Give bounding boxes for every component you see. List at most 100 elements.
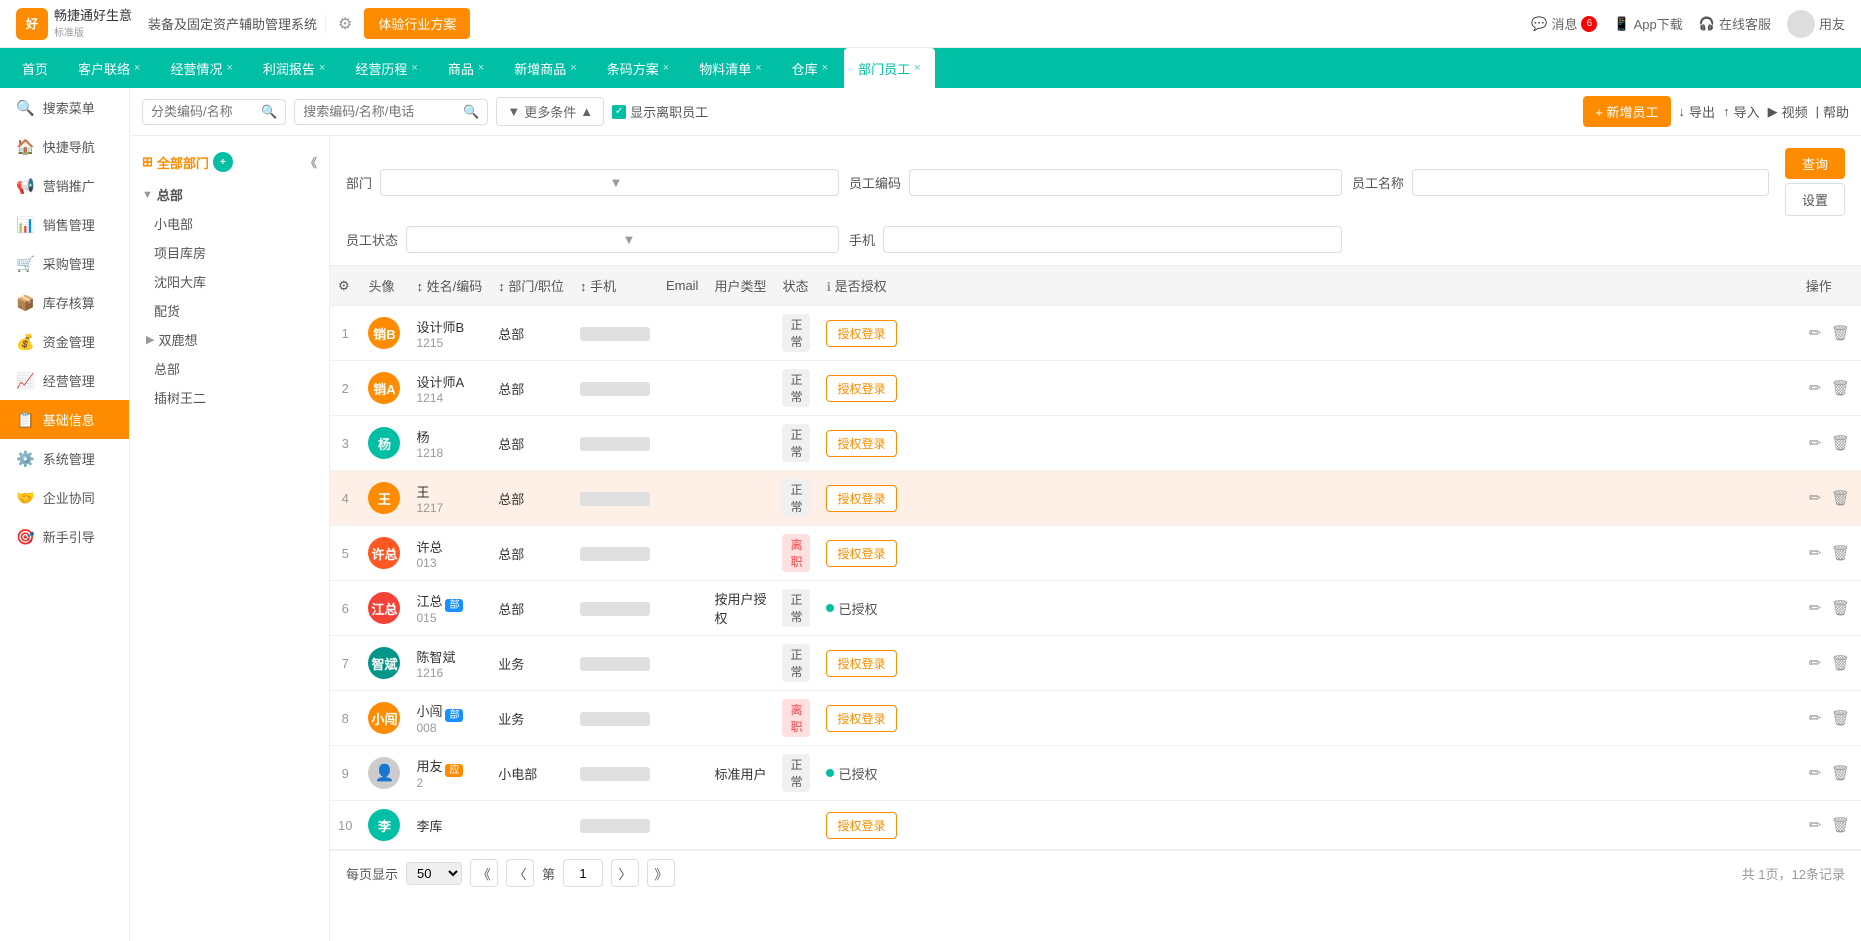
tab-goods[interactable]: 商品 × — [434, 48, 498, 88]
sidebar-item-purchase[interactable]: 🛒 采购管理 — [0, 244, 129, 283]
add-employee-button[interactable]: + 新增员工 — [1583, 96, 1670, 127]
delete-button[interactable]: 🗑 — [1828, 655, 1853, 672]
sidebar-item-system[interactable]: ⚙️ 系统管理 — [0, 439, 129, 478]
close-icon[interactable]: × — [663, 62, 669, 74]
col-settings[interactable]: ⚙ — [330, 266, 360, 306]
first-page-button[interactable]: 《 — [470, 859, 498, 887]
auth-login-button[interactable]: 授权登录 — [826, 705, 896, 732]
edit-button[interactable]: ✏ — [1806, 325, 1825, 342]
dept-shuanglu-toggle[interactable]: ▶ 双鹿想 — [130, 325, 329, 354]
dept-item-shenyang[interactable]: 沈阳大库 — [130, 267, 329, 296]
category-search-input[interactable] — [151, 104, 261, 119]
trial-button[interactable]: 体验行业方案 — [364, 8, 470, 39]
sidebar-item-finance[interactable]: 💰 资金管理 — [0, 322, 129, 361]
sidebar-item-guide[interactable]: 🎯 新手引导 — [0, 517, 129, 556]
delete-button[interactable]: 🗑 — [1828, 325, 1853, 342]
auth-login-button[interactable]: 授权登录 — [826, 650, 896, 677]
tab-home[interactable]: 首页 — [8, 48, 62, 88]
delete-button[interactable]: 🗑 — [1828, 435, 1853, 452]
col-name[interactable]: ↕ 姓名/编码 — [408, 266, 490, 306]
sidebar-item-collab[interactable]: 🤝 企业协同 — [0, 478, 129, 517]
tab-add-goods[interactable]: 新增商品 × — [500, 48, 590, 88]
close-icon[interactable]: × — [134, 62, 140, 74]
delete-button[interactable]: 🗑 — [1828, 600, 1853, 617]
page-number-input[interactable] — [563, 859, 603, 887]
sidebar-item-basic[interactable]: 📋 基础信息 — [0, 400, 129, 439]
sidebar-item-sales[interactable]: 📊 销售管理 — [0, 205, 129, 244]
sidebar-item-mgmt[interactable]: 📈 经营管理 — [0, 361, 129, 400]
delete-button[interactable]: 🗑 — [1828, 710, 1853, 727]
edit-button[interactable]: ✏ — [1806, 435, 1825, 452]
sidebar-item-marketing[interactable]: 📢 营销推广 — [0, 166, 129, 205]
export-button[interactable]: ↓ 导出 — [1679, 102, 1716, 121]
employee-search-input[interactable] — [303, 104, 463, 119]
delete-button[interactable]: 🗑 — [1828, 380, 1853, 397]
dept-item-peihuo[interactable]: 配货 — [130, 296, 329, 325]
video-button[interactable]: ▶ 视频 — [1768, 102, 1808, 121]
close-icon[interactable]: × — [319, 62, 325, 74]
close-icon[interactable]: × — [755, 62, 761, 74]
edit-button[interactable]: ✏ — [1806, 710, 1825, 727]
delete-button[interactable]: 🗑 — [1828, 817, 1853, 834]
tab-bom[interactable]: 物料清单 × — [685, 48, 775, 88]
col-phone[interactable]: ↕ 手机 — [572, 266, 658, 306]
import-button[interactable]: ↑ 导入 — [1723, 102, 1760, 121]
auth-login-button[interactable]: 授权登录 — [826, 540, 896, 567]
close-icon[interactable]: × — [411, 62, 417, 74]
reset-button[interactable]: 设置 — [1785, 183, 1845, 216]
delete-button[interactable]: 🗑 — [1828, 545, 1853, 562]
tab-operation[interactable]: 经营情况 × — [156, 48, 246, 88]
col-dept[interactable]: ↕ 部门/职位 — [490, 266, 572, 306]
tab-profit[interactable]: 利润报告 × — [249, 48, 339, 88]
last-page-button[interactable]: 》 — [647, 859, 675, 887]
service-btn[interactable]: 🎧 在线客服 — [1699, 14, 1771, 33]
show-resigned-checkbox[interactable]: ✓ 显示离职员工 — [612, 102, 708, 121]
edit-button[interactable]: ✏ — [1806, 600, 1825, 617]
tab-history[interactable]: 经营历程 × — [341, 48, 431, 88]
help-button[interactable]: | 帮助 — [1816, 102, 1849, 121]
edit-button[interactable]: ✏ — [1806, 817, 1825, 834]
message-btn[interactable]: 💬 消息 6 — [1531, 14, 1597, 33]
edit-button[interactable]: ✏ — [1806, 490, 1825, 507]
add-dept-button[interactable]: + — [213, 152, 233, 172]
prev-page-button[interactable]: 〈 — [506, 859, 534, 887]
sidebar-item-inventory[interactable]: 📦 库存核算 — [0, 283, 129, 322]
empcode-filter-input[interactable] — [909, 169, 1342, 196]
edit-button[interactable]: ✏ — [1806, 765, 1825, 782]
delete-button[interactable]: 🗑 — [1828, 490, 1853, 507]
user-btn[interactable]: 用友 — [1787, 10, 1845, 38]
next-page-button[interactable]: 〉 — [611, 859, 639, 887]
collapse-icon[interactable]: 《 — [305, 154, 317, 171]
close-icon[interactable]: × — [914, 62, 920, 74]
more-filter-button[interactable]: ▼ 更多条件 ▲ — [496, 97, 604, 126]
dept-item-chashuwang[interactable]: 插树王二 — [130, 383, 329, 412]
empname-filter-input[interactable] — [1412, 169, 1769, 196]
delete-button[interactable]: 🗑 — [1828, 765, 1853, 782]
edit-button[interactable]: ✏ — [1806, 545, 1825, 562]
tab-warehouse[interactable]: 仓库 × — [778, 48, 842, 88]
dept-header-label[interactable]: 全部部门 — [157, 153, 209, 172]
per-page-select[interactable]: 50 20 100 — [406, 862, 462, 885]
auth-login-button[interactable]: 授权登录 — [826, 320, 896, 347]
auth-login-button[interactable]: 授权登录 — [826, 812, 896, 839]
query-button[interactable]: 查询 — [1785, 148, 1845, 179]
dept-group-zongbu-toggle[interactable]: ▼ 总部 — [130, 180, 329, 209]
dept-filter-select[interactable]: ▼ — [380, 169, 839, 196]
close-icon[interactable]: × — [478, 62, 484, 74]
tab-employees[interactable]: 部门员工 × — [844, 48, 934, 88]
edit-button[interactable]: ✏ — [1806, 655, 1825, 672]
gear-button[interactable]: ⚙ — [334, 10, 356, 38]
tab-customer[interactable]: 客户联络 × — [64, 48, 154, 88]
close-icon[interactable]: × — [822, 62, 828, 74]
app-download-btn[interactable]: 📱 App下载 — [1613, 14, 1682, 33]
auth-login-button[interactable]: 授权登录 — [826, 375, 896, 402]
close-icon[interactable]: × — [226, 62, 232, 74]
phone-filter-input[interactable] — [883, 226, 1342, 253]
empstatus-filter-select[interactable]: ▼ — [406, 226, 839, 253]
dept-item-zongbu2[interactable]: 总部 — [130, 354, 329, 383]
dept-item-project[interactable]: 项目库房 — [130, 238, 329, 267]
close-icon[interactable]: × — [570, 62, 576, 74]
sidebar-item-search[interactable]: 🔍 搜索菜单 — [0, 88, 129, 127]
tab-barcode[interactable]: 条码方案 × — [593, 48, 683, 88]
auth-login-button[interactable]: 授权登录 — [826, 485, 896, 512]
